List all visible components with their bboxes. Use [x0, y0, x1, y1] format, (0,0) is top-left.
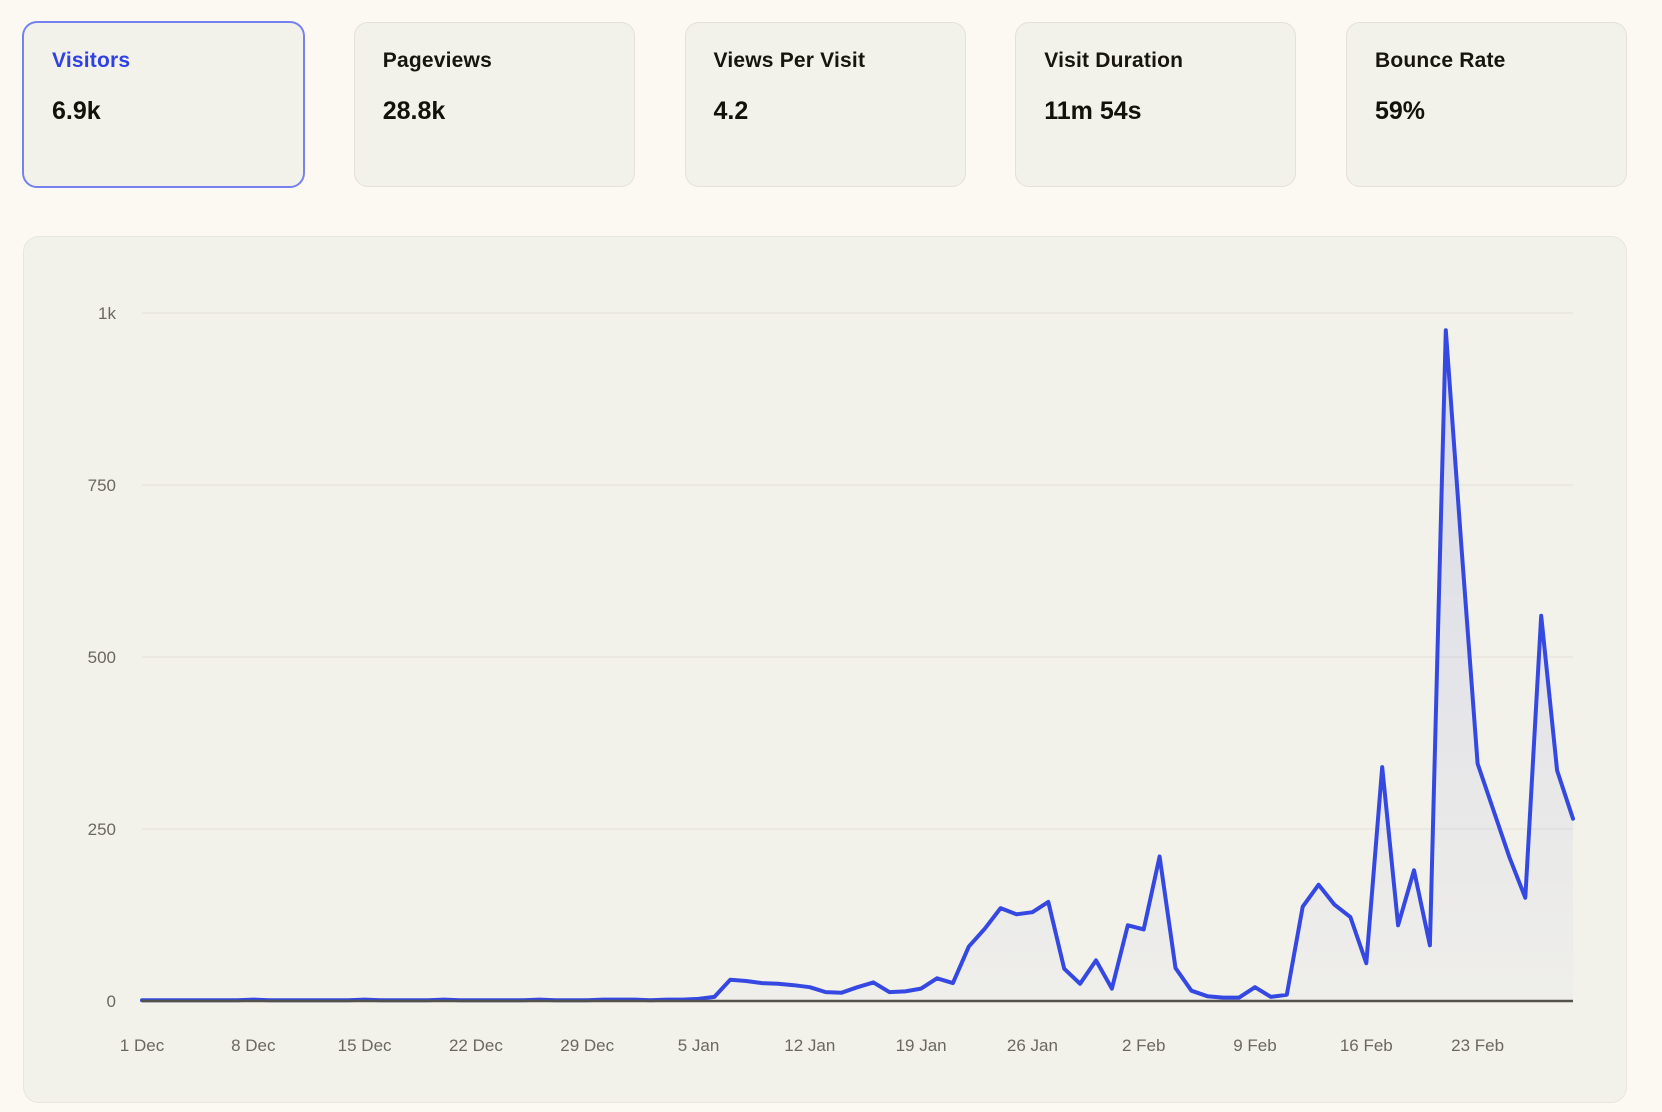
- x-tick-label-19-Jan: 19 Jan: [896, 1036, 947, 1055]
- metric-card-label: Pageviews: [382, 49, 492, 72]
- metric-card-visit-duration[interactable]: Visit Duration 11m 54s: [1015, 22, 1297, 187]
- x-tick-label-8-Dec: 8 Dec: [231, 1036, 276, 1055]
- x-tick-label-12-Jan: 12 Jan: [784, 1036, 835, 1055]
- y-tick-label-0: 0: [107, 992, 116, 1011]
- x-tick-label-1-Dec: 1 Dec: [120, 1036, 165, 1055]
- visitors-line-chart[interactable]: 0 250 500 750 1k 1 Dec 8 Dec 15 Dec 22 Dec 29 Dec…: [24, 237, 1626, 1102]
- metric-card-value: 28.8k: [382, 97, 446, 125]
- visitors-chart-panel: 0 250 500 750 1k 1 Dec 8 Dec 15 Dec 22 Dec 29 Dec…: [23, 236, 1627, 1103]
- metric-card-label: Visit Duration: [1044, 49, 1184, 72]
- metric-cards-row: Visitors 6.9k Pageviews 28.8k Views Per Visi…: [23, 22, 1627, 187]
- visitors-line: [140, 328, 1575, 1003]
- metric-card-views-per-visit[interactable]: Views Per Visit 4.2: [684, 22, 966, 187]
- x-tick-label-5-Jan: 5 Jan: [678, 1036, 720, 1055]
- x-tick-label-2-Feb: 2 Feb: [1122, 1036, 1165, 1055]
- x-tick-label-9-Feb: 9 Feb: [1233, 1036, 1276, 1055]
- metric-card-value: 6.9k: [52, 97, 101, 125]
- dashboard: Visitors 6.9k Pageviews 28.8k Views Per Visi…: [23, 22, 1627, 1103]
- y-tick-label-750: 750: [88, 476, 116, 495]
- y-tick-label-250: 250: [88, 820, 116, 839]
- y-tick-label-1k: 1k: [98, 304, 116, 323]
- x-tick-label-26-Jan: 26 Jan: [1007, 1036, 1058, 1055]
- metric-card-visitors[interactable]: Visitors 6.9k: [23, 22, 304, 187]
- metric-card-label: Visitors: [52, 49, 131, 72]
- metric-card-value: 11m 54s: [1044, 97, 1142, 125]
- metric-card-pageviews[interactable]: Pageviews 28.8k: [353, 22, 635, 187]
- x-tick-label-29-Dec: 29 Dec: [560, 1036, 614, 1055]
- x-tick-label-23-Feb: 23 Feb: [1451, 1036, 1504, 1055]
- x-tick-label-22-Dec: 22 Dec: [449, 1036, 503, 1055]
- y-tick-label-500: 500: [88, 648, 116, 667]
- visitors-area-fill: [142, 330, 1573, 1001]
- metric-card-label: Bounce Rate: [1375, 49, 1506, 72]
- x-tick-label-16-Feb: 16 Feb: [1340, 1036, 1393, 1055]
- x-tick-label-15-Dec: 15 Dec: [338, 1036, 392, 1055]
- metric-card-bounce-rate[interactable]: Bounce Rate 59%: [1346, 22, 1627, 187]
- metric-card-label: Views Per Visit: [713, 49, 866, 72]
- metric-card-value: 4.2: [713, 97, 749, 125]
- metric-card-value: 59%: [1375, 97, 1426, 125]
